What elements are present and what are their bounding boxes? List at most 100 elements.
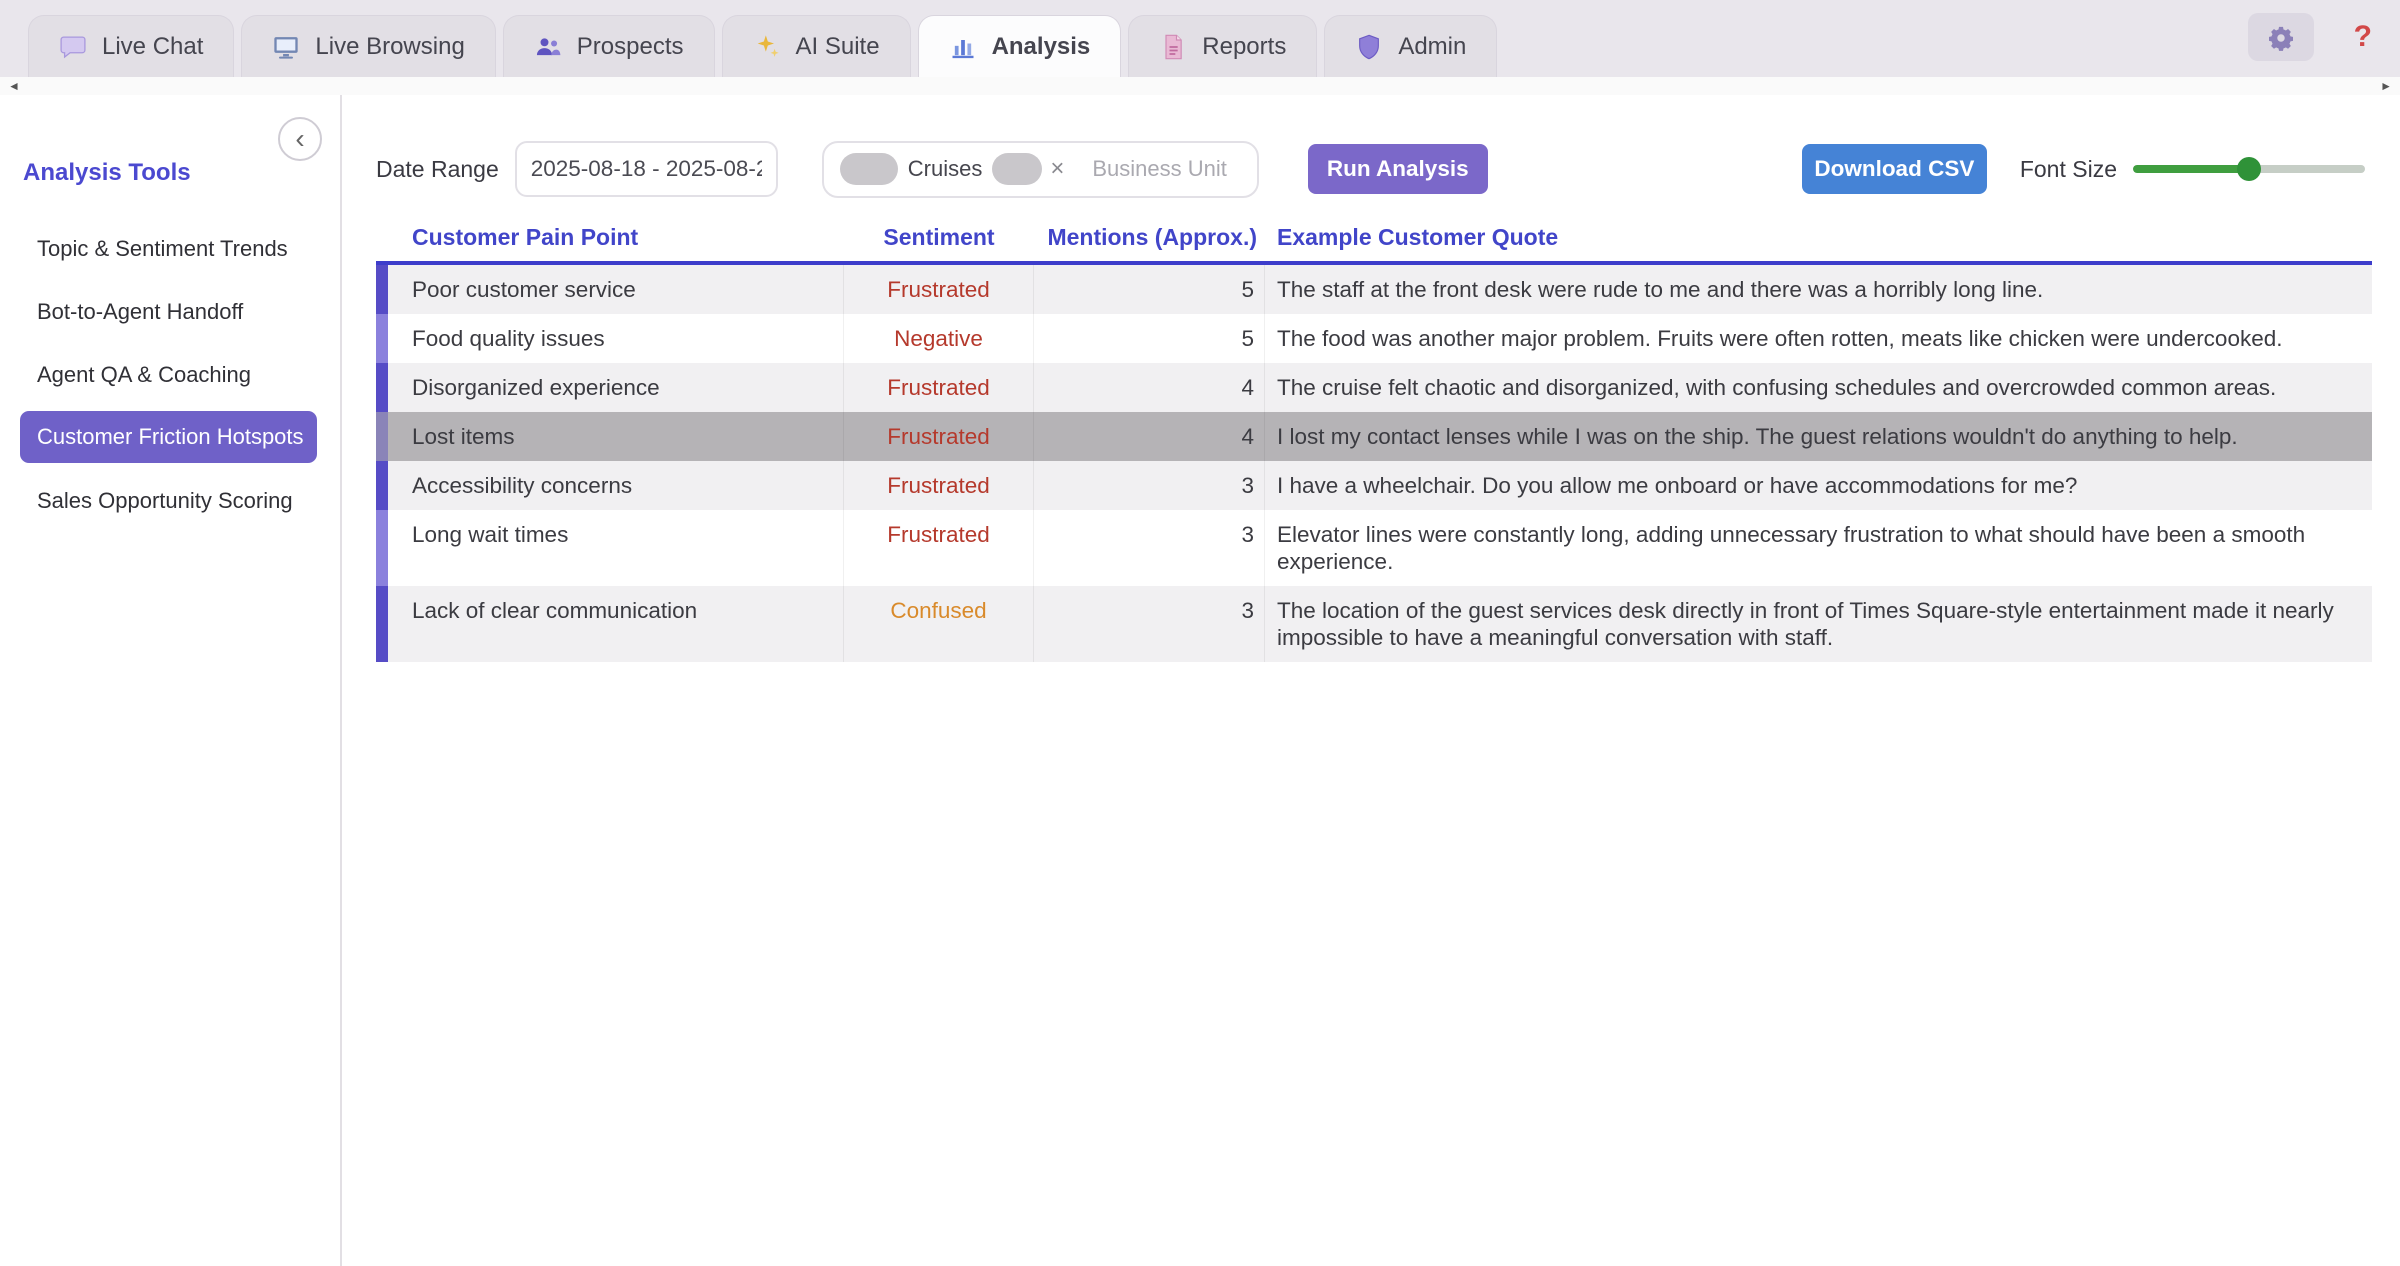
app-root: Live Chat Live Browsing Prospects AI Suite A… <box>0 0 2400 1266</box>
tab-live-chat[interactable]: Live Chat <box>28 15 235 77</box>
sidebar-item-topic-sentiment-trends[interactable]: Topic & Sentiment Trends <box>0 217 340 280</box>
pain-point-cell: Lack of clear communication <box>388 586 844 662</box>
tab-reports[interactable]: Reports <box>1128 15 1318 77</box>
sidebar-nav: Topic & Sentiment Trends Bot-to-Agent Han… <box>0 217 340 532</box>
pain-point-cell: Poor customer service <box>388 265 844 314</box>
date-range-label: Date Range <box>376 155 499 182</box>
horizontal-scrollbar[interactable]: ◄ ► <box>0 77 2400 95</box>
monitor-icon <box>272 33 300 61</box>
mentions-cell: 4 <box>1034 363 1265 412</box>
quote-cell: The food was another major problem. Frui… <box>1277 326 2283 351</box>
pain-point-cell: Accessibility concerns <box>388 461 844 510</box>
sentiment-cell: Frustrated <box>844 461 1034 510</box>
chat-bubble-icon <box>59 33 87 61</box>
quote-cell: I lost my contact lenses while I was on … <box>1277 424 2238 449</box>
row-accent-bar <box>376 412 388 461</box>
sidebar-item-label: Customer Friction Hotspots <box>37 424 304 449</box>
gear-icon <box>2267 23 2295 51</box>
font-size-slider[interactable] <box>2133 156 2365 182</box>
row-accent-bar <box>376 265 388 314</box>
quote-cell: The location of the guest services desk … <box>1277 598 2334 650</box>
table-row[interactable]: Food quality issues Negative 5 The food was… <box>376 314 2372 363</box>
business-unit-select[interactable]: Cruises × Business Unit <box>821 140 1259 198</box>
column-header-quote[interactable]: Example Customer Quote <box>1265 224 2372 251</box>
row-accent-bar <box>376 586 388 662</box>
column-header-pain-point[interactable]: Customer Pain Point <box>376 224 844 251</box>
tab-ai-suite[interactable]: AI Suite <box>721 15 911 77</box>
run-analysis-button[interactable]: Run Analysis <box>1307 144 1488 194</box>
column-header-sentiment[interactable]: Sentiment <box>844 224 1034 251</box>
pain-point-cell: Lost items <box>388 412 844 461</box>
chip-decoration-left <box>839 153 898 185</box>
table-body: Poor customer service Frustrated 5 The staf… <box>376 265 2372 662</box>
table-row[interactable]: Long wait times Frustrated 3 Elevator lines… <box>376 510 2372 586</box>
help-button[interactable]: ? <box>2354 22 2372 52</box>
table-row[interactable]: Accessibility concerns Frustrated 3 I have … <box>376 461 2372 510</box>
tab-label: Admin <box>1398 32 1467 60</box>
slider-fill <box>2133 165 2249 173</box>
quote-cell: I have a wheelchair. Do you allow me onb… <box>1277 473 2078 498</box>
chip-decoration-right <box>992 153 1043 185</box>
row-accent-bar <box>376 363 388 412</box>
sidebar-item-agent-qa-coaching[interactable]: Agent QA & Coaching <box>0 343 340 406</box>
date-range-input[interactable] <box>514 141 778 197</box>
people-icon <box>534 33 562 61</box>
main-content: Date Range Cruises × Business Unit Run A… <box>344 95 2400 1266</box>
pain-point-cell: Food quality issues <box>388 314 844 363</box>
mentions-cell: 3 <box>1034 461 1265 510</box>
tab-label: AI Suite <box>795 32 880 60</box>
sidebar: ‹ Analysis Tools Topic & Sentiment Trend… <box>0 95 342 1266</box>
row-accent-bar <box>376 461 388 510</box>
sidebar-item-customer-friction-hotspots[interactable]: Customer Friction Hotspots <box>20 411 317 463</box>
quote-cell: The staff at the front desk were rude to… <box>1277 277 2044 302</box>
scroll-right-arrow[interactable]: ► <box>2380 78 2392 94</box>
row-accent-bar <box>376 314 388 363</box>
tab-admin[interactable]: Admin <box>1324 15 1498 77</box>
topbar-actions: ? <box>2247 13 2372 61</box>
mentions-cell: 3 <box>1034 586 1265 662</box>
mentions-cell: 5 <box>1034 314 1265 363</box>
download-csv-button[interactable]: Download CSV <box>1801 144 1987 194</box>
top-tab-bar: Live Chat Live Browsing Prospects AI Suite A… <box>0 0 2400 77</box>
tab-label: Analysis <box>991 32 1091 60</box>
row-accent-bar <box>376 510 388 586</box>
sidebar-item-label: Bot-to-Agent Handoff <box>37 298 244 324</box>
shield-icon <box>1355 33 1383 61</box>
quote-cell: The cruise felt chaotic and disorganized… <box>1277 375 2277 400</box>
mentions-cell: 5 <box>1034 265 1265 314</box>
analysis-toolbar: Date Range Cruises × Business Unit Run A… <box>376 140 2400 198</box>
sentiment-cell: Negative <box>844 314 1034 363</box>
tab-label: Prospects <box>576 32 684 60</box>
scroll-left-arrow[interactable]: ◄ <box>8 78 20 94</box>
table-row[interactable]: Lack of clear communication Confused 3 The … <box>376 586 2372 662</box>
sentiment-cell: Frustrated <box>844 265 1034 314</box>
report-icon <box>1159 33 1187 61</box>
table-row[interactable]: Poor customer service Frustrated 5 The staf… <box>376 265 2372 314</box>
sentiment-cell: Frustrated <box>844 412 1034 461</box>
tab-label: Reports <box>1202 32 1287 60</box>
tab-prospects[interactable]: Prospects <box>502 15 715 77</box>
sidebar-item-sales-opportunity-scoring[interactable]: Sales Opportunity Scoring <box>0 469 340 532</box>
quote-cell: Elevator lines were constantly long, add… <box>1277 522 2306 574</box>
tab-analysis[interactable]: Analysis <box>917 15 1122 77</box>
sidebar-title: Analysis Tools <box>23 159 191 186</box>
table-row[interactable]: Lost items Frustrated 4 I lost my contact l… <box>376 412 2372 461</box>
tab-strip: Live Chat Live Browsing Prospects AI Suite A… <box>0 0 1498 77</box>
font-size-label: Font Size <box>2019 155 2117 182</box>
chart-icon <box>949 33 977 61</box>
sidebar-item-bot-to-agent-handoff[interactable]: Bot-to-Agent Handoff <box>0 280 340 343</box>
sentiment-cell: Frustrated <box>844 363 1034 412</box>
column-header-mentions[interactable]: Mentions (Approx.) <box>1034 224 1265 251</box>
sidebar-item-label: Sales Opportunity Scoring <box>37 487 293 513</box>
business-unit-placeholder: Business Unit <box>1092 156 1227 181</box>
tab-live-browsing[interactable]: Live Browsing <box>241 15 496 77</box>
mentions-cell: 3 <box>1034 510 1265 586</box>
table-row[interactable]: Disorganized experience Frustrated 4 The cr… <box>376 363 2372 412</box>
pain-point-cell: Disorganized experience <box>388 363 844 412</box>
settings-gear-button[interactable] <box>2247 13 2314 61</box>
slider-thumb[interactable] <box>2237 157 2261 181</box>
chip-remove-button[interactable]: × <box>1050 155 1064 183</box>
sidebar-collapse-button[interactable]: ‹ <box>278 117 322 161</box>
pain-point-cell: Long wait times <box>388 510 844 586</box>
tab-label: Live Browsing <box>315 32 465 60</box>
